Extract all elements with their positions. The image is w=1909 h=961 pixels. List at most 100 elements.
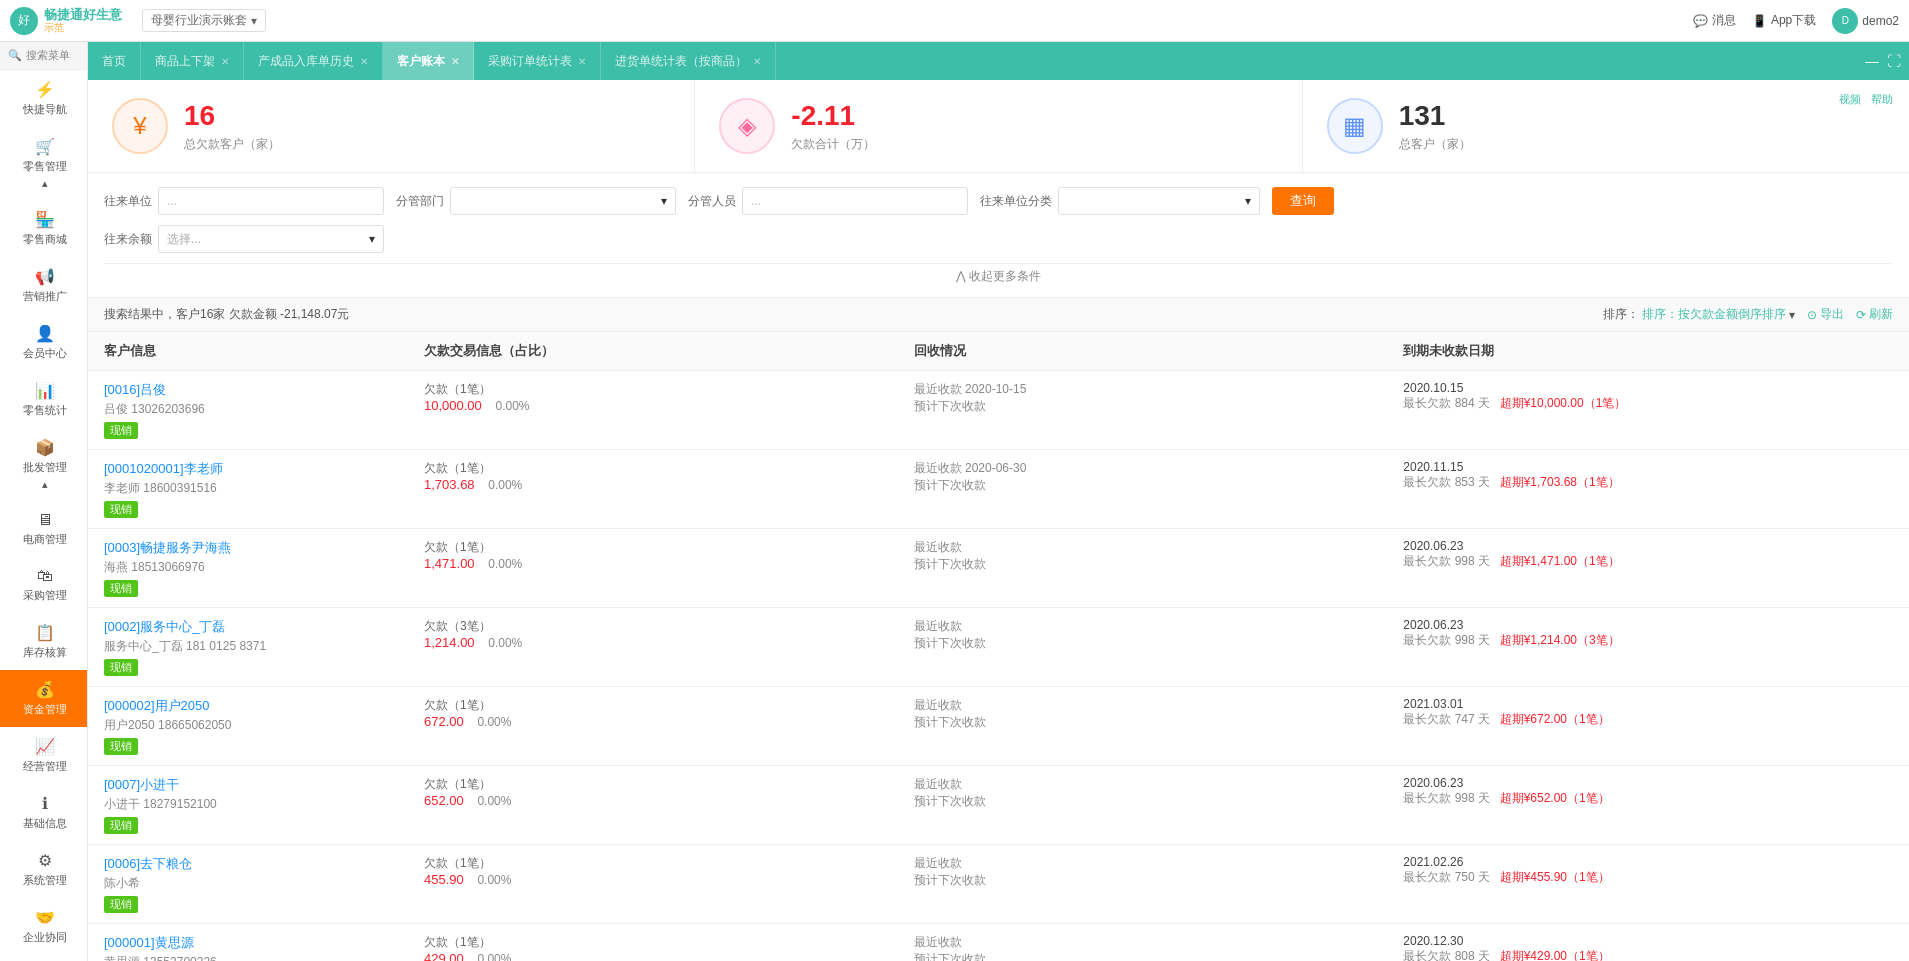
next-collection-6: 预计下次收款 [914,872,1404,889]
recovery-info-4: 最近收款 预计下次收款 [914,697,1404,731]
unit-category-dropdown-icon: ▾ [1245,194,1251,208]
sidebar-item-quick-nav[interactable]: ⚡ 快捷导航 [0,70,87,127]
due-info-6: 2021.02.26 最长欠款 750 天 超期¥455.90（1笔） [1403,855,1893,886]
total-customers-icon: ▦ [1327,98,1383,154]
tab-close-stock-stats[interactable]: ✕ [753,56,761,67]
customer-info-5: [0007]小进干 小进干 18279152100 现销 [104,776,424,834]
due-info-7: 2020.12.30 最长欠款 808 天 超期¥429.00（1笔） [1403,934,1893,961]
filter-collapse[interactable]: ⋀ 收起更多条件 [104,263,1893,289]
sidebar-item-marketing[interactable]: 📢 营销推广 [0,257,87,314]
tab-bar: 首页 商品上下架 ✕ 产成品入库单历史 ✕ 客户账本 ✕ 采购订单统计表 ✕ [88,42,1909,80]
customer-name-4[interactable]: [000002]用户2050 [104,697,424,715]
view-link[interactable]: 视频 [1839,92,1861,107]
customer-name-2[interactable]: [0003]畅捷服务尹海燕 [104,539,424,557]
tab-close-stock-history[interactable]: ✕ [360,56,368,67]
overdue-amount-0: 超期¥10,000.00（1笔） [1500,396,1627,410]
sidebar-item-system[interactable]: ⚙ 系统管理 [0,841,87,898]
unit-category-select[interactable]: ▾ [1058,187,1260,215]
query-button[interactable]: 查询 [1272,187,1334,215]
sort-dropdown-icon: ▾ [1789,308,1795,322]
debt-info-1: 欠款（1笔） 1,703.68 0.00% [424,460,914,492]
overdue-amount-7: 超期¥429.00（1笔） [1500,949,1610,961]
debt-ratio-1: 0.00% [488,478,522,492]
debt-count-1: 欠款（1笔） [424,460,914,477]
overdue-amount-2: 超期¥1,471.00（1笔） [1500,554,1620,568]
sidebar-item-ecommerce[interactable]: 🖥 电商管理 [0,501,87,557]
balance-select[interactable]: 选择... ▾ [158,225,384,253]
manager-input[interactable]: ... [742,187,968,215]
user-profile[interactable]: D demo2 [1832,8,1899,34]
customer-info-1: [0001020001]李老师 李老师 18600391516 现销 [104,460,424,518]
col-header-recovery: 回收情况 [914,342,1404,360]
customer-name-1[interactable]: [0001020001]李老师 [104,460,424,478]
overdue-amount-1: 超期¥1,703.68（1笔） [1500,475,1620,489]
debt-amount-0: 10,000.00 [424,398,482,413]
customer-name-0[interactable]: [0016]吕俊 [104,381,424,399]
customer-name-3[interactable]: [0002]服务中心_丁磊 [104,618,424,636]
messages-button[interactable]: 💬 消息 [1693,12,1736,29]
sidebar-item-retail-stats[interactable]: 📊 零售统计 [0,371,87,428]
debt-count-5: 欠款（1笔） [424,776,914,793]
tab-minimize-button[interactable]: — [1865,53,1879,69]
table-row: [0001020001]李老师 李老师 18600391516 现销 欠款（1笔… [88,450,1909,529]
sidebar-item-basic-info[interactable]: ℹ 基础信息 [0,784,87,841]
overdue-days-4: 最长欠款 747 天 [1403,712,1490,726]
app-download-button[interactable]: 📱 App下载 [1752,12,1816,29]
filter-manager: 分管人员 ... [688,187,968,215]
dept-select[interactable]: ▾ [450,187,676,215]
tab-close-goods-listing[interactable]: ✕ [221,56,229,67]
table-row: [0002]服务中心_丁磊 服务中心_丁磊 181 0125 8371 现销 欠… [88,608,1909,687]
search-menu[interactable]: 🔍 搜索菜单 [0,42,87,70]
customer-name-5[interactable]: [0007]小进干 [104,776,424,794]
sidebar-item-member[interactable]: 👤 会员中心 [0,314,87,371]
overdue-days-0: 最长欠款 884 天 [1403,396,1490,410]
logo-icon: 好 [10,7,38,35]
sort-button[interactable]: 排序： 排序：按欠款金额倒序排序 ▾ [1603,306,1795,323]
sidebar-item-retail-mall[interactable]: 🏪 零售商城 [0,200,87,257]
company-selector[interactable]: 母婴行业演示账套 ▾ [142,9,266,32]
tab-stock-history[interactable]: 产成品入库单历史 ✕ [244,42,383,80]
tab-close-purchase-stats[interactable]: ✕ [578,56,586,67]
due-date-5: 2020.06.23 [1403,776,1893,790]
operations-icon: 📈 [35,737,55,756]
sidebar-item-enterprise[interactable]: 🤝 企业协同 [0,898,87,955]
top-bar: 好 畅捷通好生意 示范 母婴行业演示账套 ▾ 💬 消息 📱 App下载 D de… [0,0,1909,42]
source-unit-input[interactable]: ... [158,187,384,215]
sidebar-item-finance[interactable]: 💰 资金管理 [0,670,87,727]
sidebar-item-retail-mgmt[interactable]: 🛒 零售管理 ▴ [0,127,87,200]
next-collection-3: 预计下次收款 [914,635,1404,652]
customer-info-0: [0016]吕俊 吕俊 13026203696 现销 [104,381,424,439]
debt-amount-1: 1,703.68 [424,477,475,492]
content-area: 首页 商品上下架 ✕ 产成品入库单历史 ✕ 客户账本 ✕ 采购订单统计表 ✕ [88,42,1909,961]
next-collection-4: 预计下次收款 [914,714,1404,731]
sidebar-item-purchase[interactable]: 🛍 采购管理 [0,557,87,613]
tab-maximize-button[interactable]: ⛶ [1887,53,1901,69]
total-customers-label: 总客户（家） [1399,136,1471,153]
debt-count-2: 欠款（1笔） [424,539,914,556]
tab-home[interactable]: 首页 [88,42,141,80]
tab-stock-stats[interactable]: 进货单统计表（按商品） ✕ [601,42,776,80]
export-button[interactable]: ⊙ 导出 [1807,306,1844,323]
customer-name-7[interactable]: [000001]黄思源 [104,934,424,952]
overdue-amount-5: 超期¥652.00（1笔） [1500,791,1610,805]
filter-unit-category: 往来单位分类 ▾ [980,187,1260,215]
due-date-2: 2020.06.23 [1403,539,1893,553]
tab-customer-ledger[interactable]: 客户账本 ✕ [383,42,474,80]
recent-collection-1: 最近收款 2020-06-30 [914,460,1404,477]
sidebar-item-guide[interactable]: 🎯 新手引导 [0,955,87,961]
tab-goods-listing[interactable]: 商品上下架 ✕ [141,42,244,80]
overdue-days-1: 最长欠款 853 天 [1403,475,1490,489]
customer-name-6[interactable]: [0006]去下粮仓 [104,855,424,873]
tab-close-customer-ledger[interactable]: ✕ [451,56,459,67]
refresh-button[interactable]: ⟳ 刷新 [1856,306,1893,323]
sidebar-item-inventory[interactable]: 📋 库存核算 [0,613,87,670]
tab-purchase-stats[interactable]: 采购订单统计表 ✕ [474,42,601,80]
results-summary: 搜索结果中，客户16家 欠款金额 -21,148.07元 [104,306,349,323]
help-link[interactable]: 帮助 [1871,92,1893,107]
recent-collection-3: 最近收款 [914,618,1404,635]
sidebar-item-wholesale[interactable]: 📦 批发管理 ▴ [0,428,87,501]
due-info-4: 2021.03.01 最长欠款 747 天 超期¥672.00（1笔） [1403,697,1893,728]
due-date-0: 2020.10.15 [1403,381,1893,395]
debt-amount-4: 672.00 [424,714,464,729]
sidebar-item-operations[interactable]: 📈 经营管理 [0,727,87,784]
